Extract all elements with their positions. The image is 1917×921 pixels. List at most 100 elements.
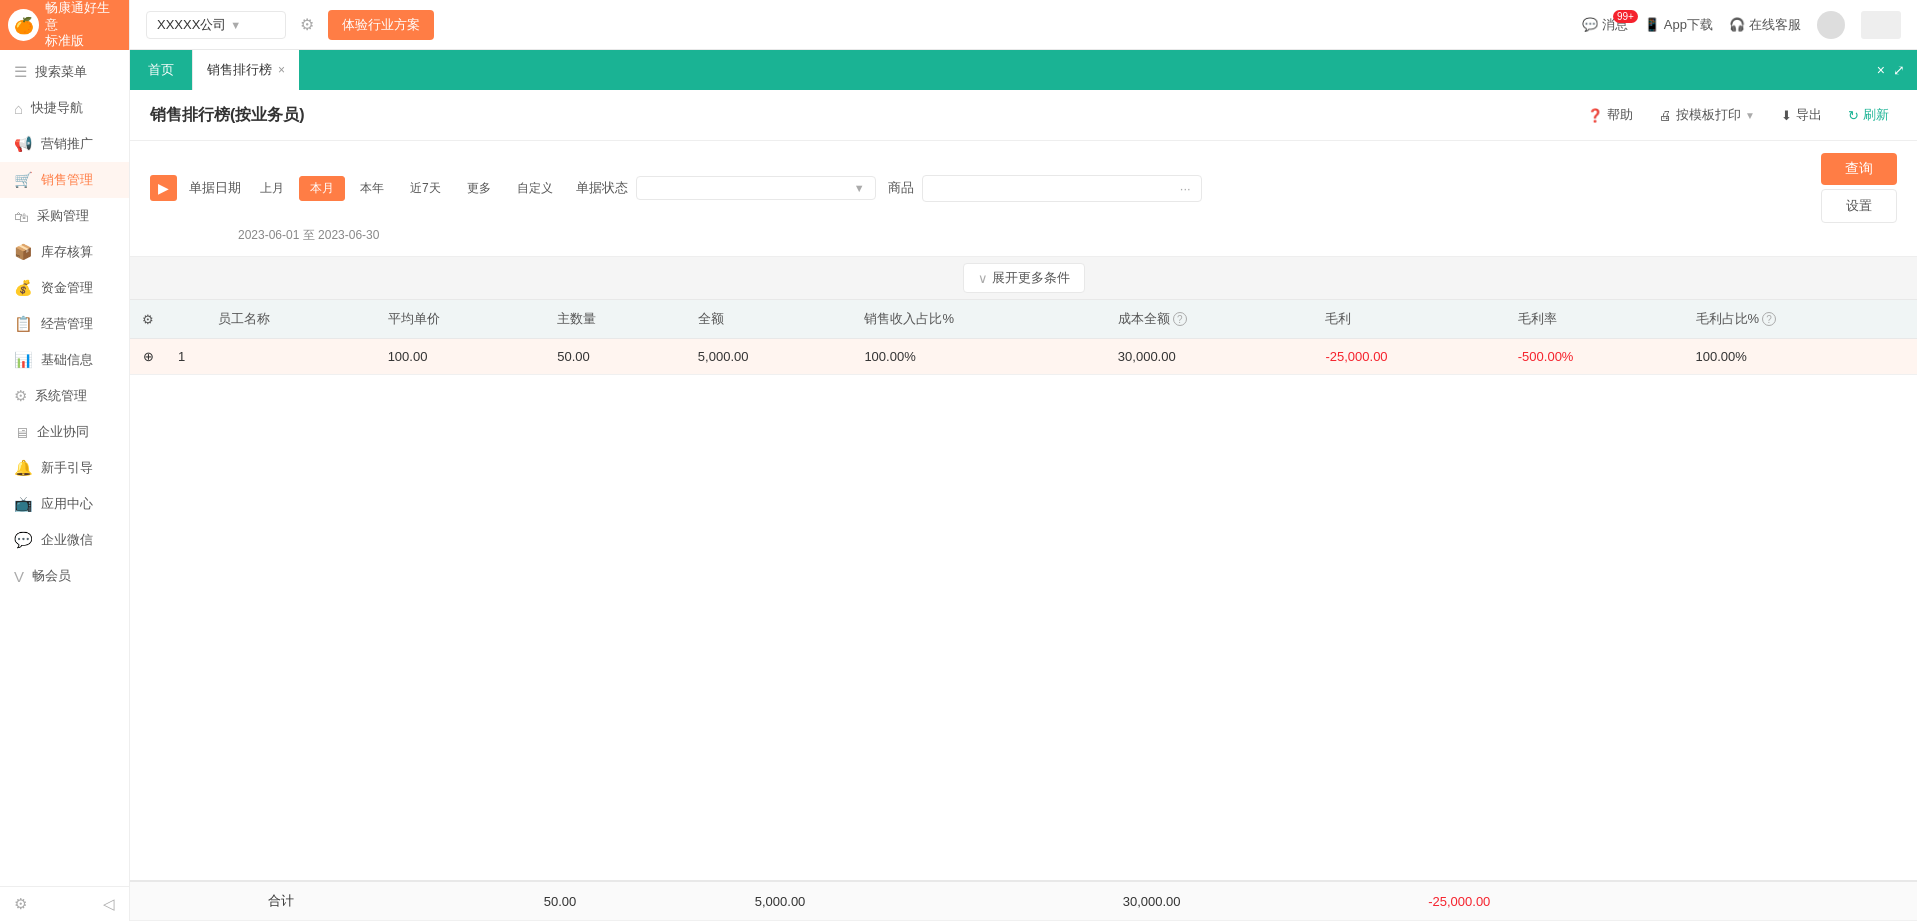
status-select[interactable]: ▼: [636, 176, 876, 200]
prev-month-btn[interactable]: 上月: [249, 176, 295, 201]
row-sales-pct: 100.00%: [852, 339, 1105, 375]
sidebar-item-vip[interactable]: V畅会员: [0, 558, 129, 594]
trial-button[interactable]: 体验行业方案: [328, 10, 434, 40]
page-actions: ❓ 帮助 🖨 按模板打印 ▼ ⬇ 导出 ↻ 刷新: [1579, 102, 1897, 140]
user-name-display: [1861, 11, 1901, 39]
goods-more-icon: ···: [1180, 181, 1191, 196]
sidebar-item-app-center[interactable]: 📺应用中心: [0, 486, 129, 522]
table-row: ⊕ 1 100.00 50.00 5,000.00 100.00% 30,000…: [130, 339, 1917, 375]
footer-table: 合计 50.00 5,000.00 30,000.00 -25,000.00: [130, 882, 1917, 921]
status-filter-group: 单据状态 ▼: [576, 176, 876, 200]
refresh-icon: ↻: [1848, 108, 1859, 123]
7days-btn[interactable]: 近7天: [399, 176, 452, 201]
refresh-button[interactable]: ↻ 刷新: [1840, 102, 1897, 128]
sidebar-item-basic-info[interactable]: 📊基础信息: [0, 342, 129, 378]
nav-icon-marketing: 📢: [14, 135, 33, 153]
date-filter-buttons: 上月 本月 本年 近7天 更多 自定义: [249, 176, 564, 201]
th-avg-price: 平均单价: [376, 300, 546, 339]
row-employee: [206, 339, 376, 375]
sidebar-settings-icon[interactable]: ⚙: [14, 895, 27, 913]
nav-icon-finance: 💰: [14, 279, 33, 297]
print-icon: 🖨: [1659, 108, 1672, 123]
goods-input[interactable]: ···: [922, 175, 1202, 202]
custom-date-btn[interactable]: 自定义: [506, 176, 564, 201]
user-avatar[interactable]: [1817, 11, 1845, 39]
th-gross-pct: 毛利占比% ?: [1684, 300, 1917, 339]
date-filter-label: 单据日期: [189, 179, 241, 197]
sidebar-item-finance[interactable]: 💰资金管理: [0, 270, 129, 306]
logo-icon: 🍊: [8, 9, 39, 41]
th-settings[interactable]: ⚙: [130, 300, 166, 339]
phone-icon: 📱: [1644, 17, 1660, 32]
tab-close-icon[interactable]: ×: [278, 63, 285, 77]
sidebar-collapse-icon[interactable]: ◁: [103, 895, 115, 913]
topbar-settings-icon[interactable]: ⚙: [300, 15, 314, 34]
row-avg-price: 100.00: [376, 339, 546, 375]
th-main-qty: 主数量: [545, 300, 686, 339]
tab-sales-ranking[interactable]: 销售排行榜 ×: [192, 50, 299, 90]
more-date-btn[interactable]: 更多: [456, 176, 502, 201]
chevron-down-icon: ∨: [978, 271, 988, 286]
company-dropdown-icon: ▼: [230, 19, 241, 31]
tab-maximize-icon[interactable]: ⤢: [1893, 62, 1905, 78]
goods-filter-label: 商品: [888, 179, 914, 197]
query-button[interactable]: 查询: [1821, 153, 1897, 185]
sidebar-item-sales[interactable]: 🛒销售管理: [0, 162, 129, 198]
page-title: 销售排行榜(按业务员): [150, 105, 305, 138]
nav-icon-basic-info: 📊: [14, 351, 33, 369]
tab-home[interactable]: 首页: [130, 50, 192, 90]
template-print-button[interactable]: 🖨 按模板打印 ▼: [1651, 102, 1763, 128]
footer-amount: 5,000.00: [743, 882, 1021, 921]
company-selector[interactable]: XXXXX公司 ▼: [146, 11, 286, 39]
footer-main-qty: 50.00: [532, 882, 743, 921]
sidebar-item-enterprise-wechat[interactable]: 💬企业微信: [0, 522, 129, 558]
chat-icon: 💬: [1582, 17, 1598, 32]
nav-icon-system: ⚙: [14, 387, 27, 405]
th-gross-rate: 毛利率: [1506, 300, 1684, 339]
sidebar-item-inventory[interactable]: 📦库存核算: [0, 234, 129, 270]
sidebar-item-purchase[interactable]: 🛍采购管理: [0, 198, 129, 234]
footer-row: 合计 50.00 5,000.00 30,000.00 -25,000.00: [130, 882, 1917, 921]
table-header: ⚙ 员工名称 平均单价 主数量 全额 销售收入占比% 成本全额 ?: [130, 300, 1917, 339]
footer-total-label: 合计: [256, 882, 443, 921]
sidebar-nav: ☰搜索菜单⌂快捷导航📢营销推广🛒销售管理🛍采购管理📦库存核算💰资金管理📋经营管理…: [0, 50, 129, 886]
table-footer: 合计 50.00 5,000.00 30,000.00 -25,000.00: [130, 880, 1917, 921]
cost-info-icon[interactable]: ?: [1173, 312, 1187, 326]
online-service-button[interactable]: 🎧 在线客服: [1729, 16, 1801, 34]
nav-icon-quick-nav: ⌂: [14, 100, 23, 117]
nav-icon-operations: 📋: [14, 315, 33, 333]
th-amount: 全额: [686, 300, 853, 339]
tabbar: 首页 销售排行榜 × × ⤢: [130, 50, 1917, 90]
app-download-button[interactable]: 📱 App下载: [1644, 16, 1713, 34]
logo-text: 畅康通好生意 标准版: [45, 0, 121, 50]
expand-more-section: ∨ 展开更多条件: [130, 257, 1917, 300]
settings-button[interactable]: 设置: [1821, 189, 1897, 223]
page-content: 销售排行榜(按业务员) ❓ 帮助 🖨 按模板打印 ▼ ⬇ 导出 ↻ 刷新: [130, 90, 1917, 921]
sidebar-item-system[interactable]: ⚙系统管理: [0, 378, 129, 414]
row-settings[interactable]: ⊕: [130, 339, 166, 375]
nav-icon-enterprise-coop: 🖥: [14, 424, 29, 441]
sidebar-item-marketing[interactable]: 📢营销推广: [0, 126, 129, 162]
date-range-display: 2023-06-01 至 2023-06-30: [234, 227, 1897, 244]
sidebar-item-search-order[interactable]: ☰搜索菜单: [0, 54, 129, 90]
filter-collapse-arrow[interactable]: ▶: [150, 175, 177, 201]
sidebar-item-quick-nav[interactable]: ⌂快捷导航: [0, 90, 129, 126]
th-gross: 毛利: [1313, 300, 1505, 339]
message-button[interactable]: 💬 消息 99+: [1582, 16, 1628, 34]
sidebar-footer: ⚙ ◁: [0, 886, 129, 921]
sidebar-item-operations[interactable]: 📋经营管理: [0, 306, 129, 342]
export-button[interactable]: ⬇ 导出: [1773, 102, 1830, 128]
row-gross: -25,000.00: [1313, 339, 1505, 375]
current-month-btn[interactable]: 本月: [299, 176, 345, 201]
nav-icon-vip: V: [14, 568, 24, 585]
current-year-btn[interactable]: 本年: [349, 176, 395, 201]
th-cost: 成本全额 ?: [1106, 300, 1314, 339]
tab-minimize-icon[interactable]: ×: [1877, 62, 1885, 78]
gross-pct-info-icon[interactable]: ?: [1762, 312, 1776, 326]
headset-icon: 🎧: [1729, 17, 1745, 32]
help-button[interactable]: ❓ 帮助: [1579, 102, 1641, 128]
expand-more-button[interactable]: ∨ 展开更多条件: [963, 263, 1085, 293]
sidebar-item-newbie[interactable]: 🔔新手引导: [0, 450, 129, 486]
row-amount: 5,000.00: [686, 339, 853, 375]
sidebar-item-enterprise-coop[interactable]: 🖥企业协同: [0, 414, 129, 450]
